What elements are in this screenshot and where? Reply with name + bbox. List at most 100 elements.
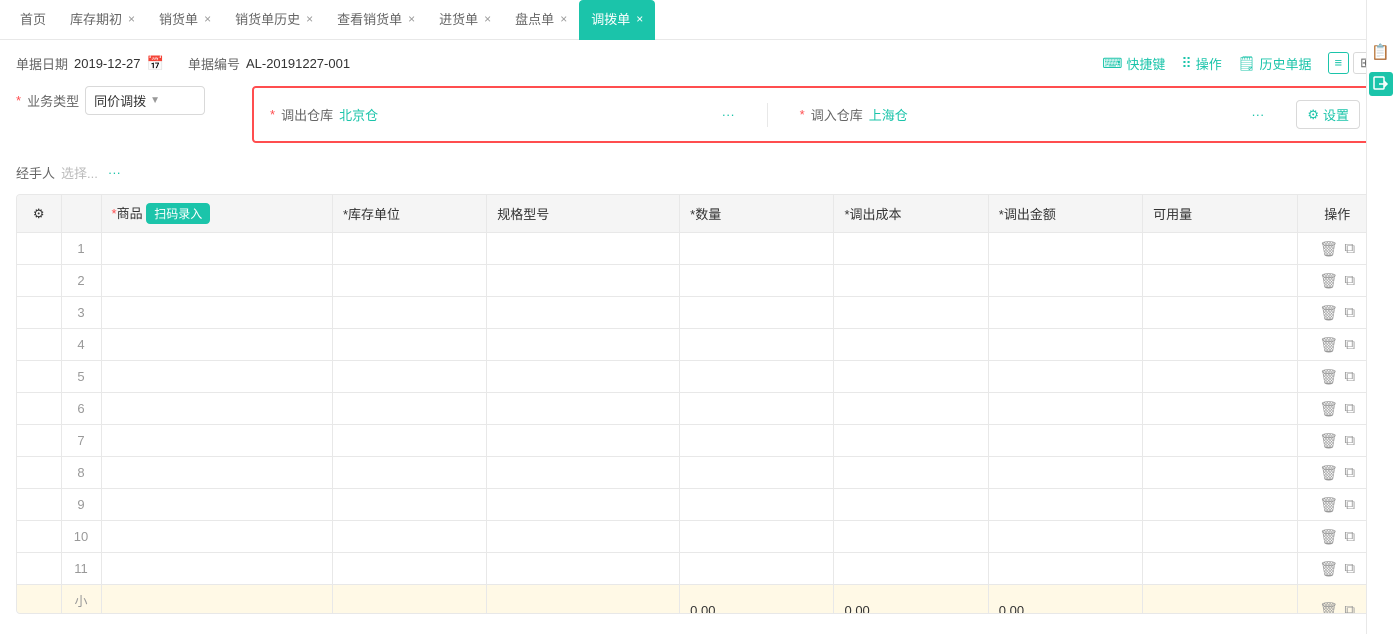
row-amount-cell[interactable] bbox=[988, 233, 1142, 265]
row-spec-cell[interactable] bbox=[487, 297, 680, 329]
row-unit-cell[interactable] bbox=[332, 329, 486, 361]
row-cost-cell[interactable] bbox=[834, 553, 988, 585]
row-delete-icon[interactable]: 🗑 bbox=[1319, 272, 1338, 290]
row-cost-cell[interactable] bbox=[834, 265, 988, 297]
row-product-cell[interactable] bbox=[101, 489, 332, 521]
row-delete-icon[interactable]: 🗑 bbox=[1319, 400, 1338, 418]
row-delete-icon[interactable]: 🗑 bbox=[1319, 528, 1338, 546]
row-qty-cell[interactable] bbox=[680, 329, 834, 361]
row-copy-icon[interactable]: ⧉ bbox=[1344, 400, 1355, 417]
row-qty-cell[interactable] bbox=[680, 489, 834, 521]
tab-sales-order[interactable]: 销货单 × bbox=[147, 0, 223, 40]
row-cost-cell[interactable] bbox=[834, 361, 988, 393]
settings-button[interactable]: ⚙ 设置 bbox=[1296, 100, 1360, 129]
row-copy-icon[interactable]: ⧉ bbox=[1344, 304, 1355, 321]
row-copy-icon[interactable]: ⧉ bbox=[1344, 560, 1355, 577]
subtotal-delete-icon[interactable]: 🗑 bbox=[1319, 601, 1338, 614]
row-spec-cell[interactable] bbox=[487, 361, 680, 393]
row-unit-cell[interactable] bbox=[332, 265, 486, 297]
person-value[interactable]: 选择... bbox=[61, 163, 98, 182]
row-unit-cell[interactable] bbox=[332, 521, 486, 553]
from-warehouse-value[interactable]: 北京仓 bbox=[339, 105, 716, 124]
row-amount-cell[interactable] bbox=[988, 425, 1142, 457]
row-avail-cell[interactable] bbox=[1143, 521, 1297, 553]
row-product-cell[interactable] bbox=[101, 553, 332, 585]
row-delete-icon[interactable]: 🗑 bbox=[1319, 496, 1338, 514]
row-amount-cell[interactable] bbox=[988, 361, 1142, 393]
tab-inventory-init[interactable]: 库存期初 × bbox=[58, 0, 147, 40]
row-amount-cell[interactable] bbox=[988, 297, 1142, 329]
row-unit-cell[interactable] bbox=[332, 361, 486, 393]
row-product-cell[interactable] bbox=[101, 457, 332, 489]
row-cost-cell[interactable] bbox=[834, 521, 988, 553]
row-spec-cell[interactable] bbox=[487, 265, 680, 297]
subtotal-copy-icon[interactable]: ⧉ bbox=[1344, 602, 1355, 615]
row-amount-cell[interactable] bbox=[988, 489, 1142, 521]
tab-close-transfer[interactable]: × bbox=[636, 12, 643, 26]
row-spec-cell[interactable] bbox=[487, 457, 680, 489]
row-unit-cell[interactable] bbox=[332, 393, 486, 425]
tab-transfer[interactable]: 调拨单 × bbox=[579, 0, 655, 40]
to-warehouse-more[interactable]: ··· bbox=[1251, 107, 1264, 122]
row-amount-cell[interactable] bbox=[988, 329, 1142, 361]
tab-view-sales[interactable]: 查看销货单 × bbox=[325, 0, 427, 40]
row-spec-cell[interactable] bbox=[487, 521, 680, 553]
row-qty-cell[interactable] bbox=[680, 361, 834, 393]
row-cost-cell[interactable] bbox=[834, 393, 988, 425]
tab-purchase[interactable]: 进货单 × bbox=[427, 0, 503, 40]
row-product-cell[interactable] bbox=[101, 425, 332, 457]
row-amount-cell[interactable] bbox=[988, 393, 1142, 425]
row-cost-cell[interactable] bbox=[834, 329, 988, 361]
row-avail-cell[interactable] bbox=[1143, 329, 1297, 361]
row-copy-icon[interactable]: ⧉ bbox=[1344, 272, 1355, 289]
tab-inventory-check[interactable]: 盘点单 × bbox=[503, 0, 579, 40]
row-spec-cell[interactable] bbox=[487, 489, 680, 521]
row-copy-icon[interactable]: ⧉ bbox=[1344, 496, 1355, 513]
tab-close-sales-order[interactable]: × bbox=[204, 12, 211, 26]
row-delete-icon[interactable]: 🗑 bbox=[1319, 432, 1338, 450]
row-delete-icon[interactable]: 🗑 bbox=[1319, 336, 1338, 354]
row-qty-cell[interactable] bbox=[680, 553, 834, 585]
row-qty-cell[interactable] bbox=[680, 425, 834, 457]
row-avail-cell[interactable] bbox=[1143, 489, 1297, 521]
row-copy-icon[interactable]: ⧉ bbox=[1344, 240, 1355, 257]
row-delete-icon[interactable]: 🗑 bbox=[1319, 368, 1338, 386]
row-unit-cell[interactable] bbox=[332, 457, 486, 489]
row-spec-cell[interactable] bbox=[487, 425, 680, 457]
history-button[interactable]: 🗒 历史单据 bbox=[1238, 54, 1312, 73]
row-product-cell[interactable] bbox=[101, 393, 332, 425]
row-avail-cell[interactable] bbox=[1143, 233, 1297, 265]
row-qty-cell[interactable] bbox=[680, 233, 834, 265]
to-warehouse-value[interactable]: 上海仓 bbox=[869, 105, 1246, 124]
row-cost-cell[interactable] bbox=[834, 297, 988, 329]
row-amount-cell[interactable] bbox=[988, 457, 1142, 489]
row-unit-cell[interactable] bbox=[332, 553, 486, 585]
row-amount-cell[interactable] bbox=[988, 553, 1142, 585]
calendar-icon[interactable]: 📅 bbox=[147, 55, 164, 72]
row-unit-cell[interactable] bbox=[332, 297, 486, 329]
col-gear-header[interactable]: ⚙ bbox=[17, 195, 61, 233]
row-product-cell[interactable] bbox=[101, 521, 332, 553]
row-delete-icon[interactable]: 🗑 bbox=[1319, 240, 1338, 258]
row-amount-cell[interactable] bbox=[988, 521, 1142, 553]
row-spec-cell[interactable] bbox=[487, 233, 680, 265]
row-amount-cell[interactable] bbox=[988, 265, 1142, 297]
row-spec-cell[interactable] bbox=[487, 393, 680, 425]
row-product-cell[interactable] bbox=[101, 233, 332, 265]
sidebar-doc-icon[interactable]: 📋 bbox=[1369, 40, 1393, 64]
operations-button[interactable]: ⠿ 操作 bbox=[1181, 54, 1221, 73]
row-copy-icon[interactable]: ⧉ bbox=[1344, 336, 1355, 353]
row-qty-cell[interactable] bbox=[680, 521, 834, 553]
person-more[interactable]: ··· bbox=[108, 165, 121, 180]
row-qty-cell[interactable] bbox=[680, 393, 834, 425]
row-qty-cell[interactable] bbox=[680, 297, 834, 329]
row-copy-icon[interactable]: ⧉ bbox=[1344, 528, 1355, 545]
tab-close-sales-history[interactable]: × bbox=[306, 12, 313, 26]
row-delete-icon[interactable]: 🗑 bbox=[1319, 304, 1338, 322]
row-qty-cell[interactable] bbox=[680, 265, 834, 297]
from-warehouse-more[interactable]: ··· bbox=[722, 107, 735, 122]
row-avail-cell[interactable] bbox=[1143, 393, 1297, 425]
tab-close-inventory-init[interactable]: × bbox=[128, 12, 135, 26]
row-avail-cell[interactable] bbox=[1143, 425, 1297, 457]
tab-close-inventory-check[interactable]: × bbox=[560, 12, 567, 26]
